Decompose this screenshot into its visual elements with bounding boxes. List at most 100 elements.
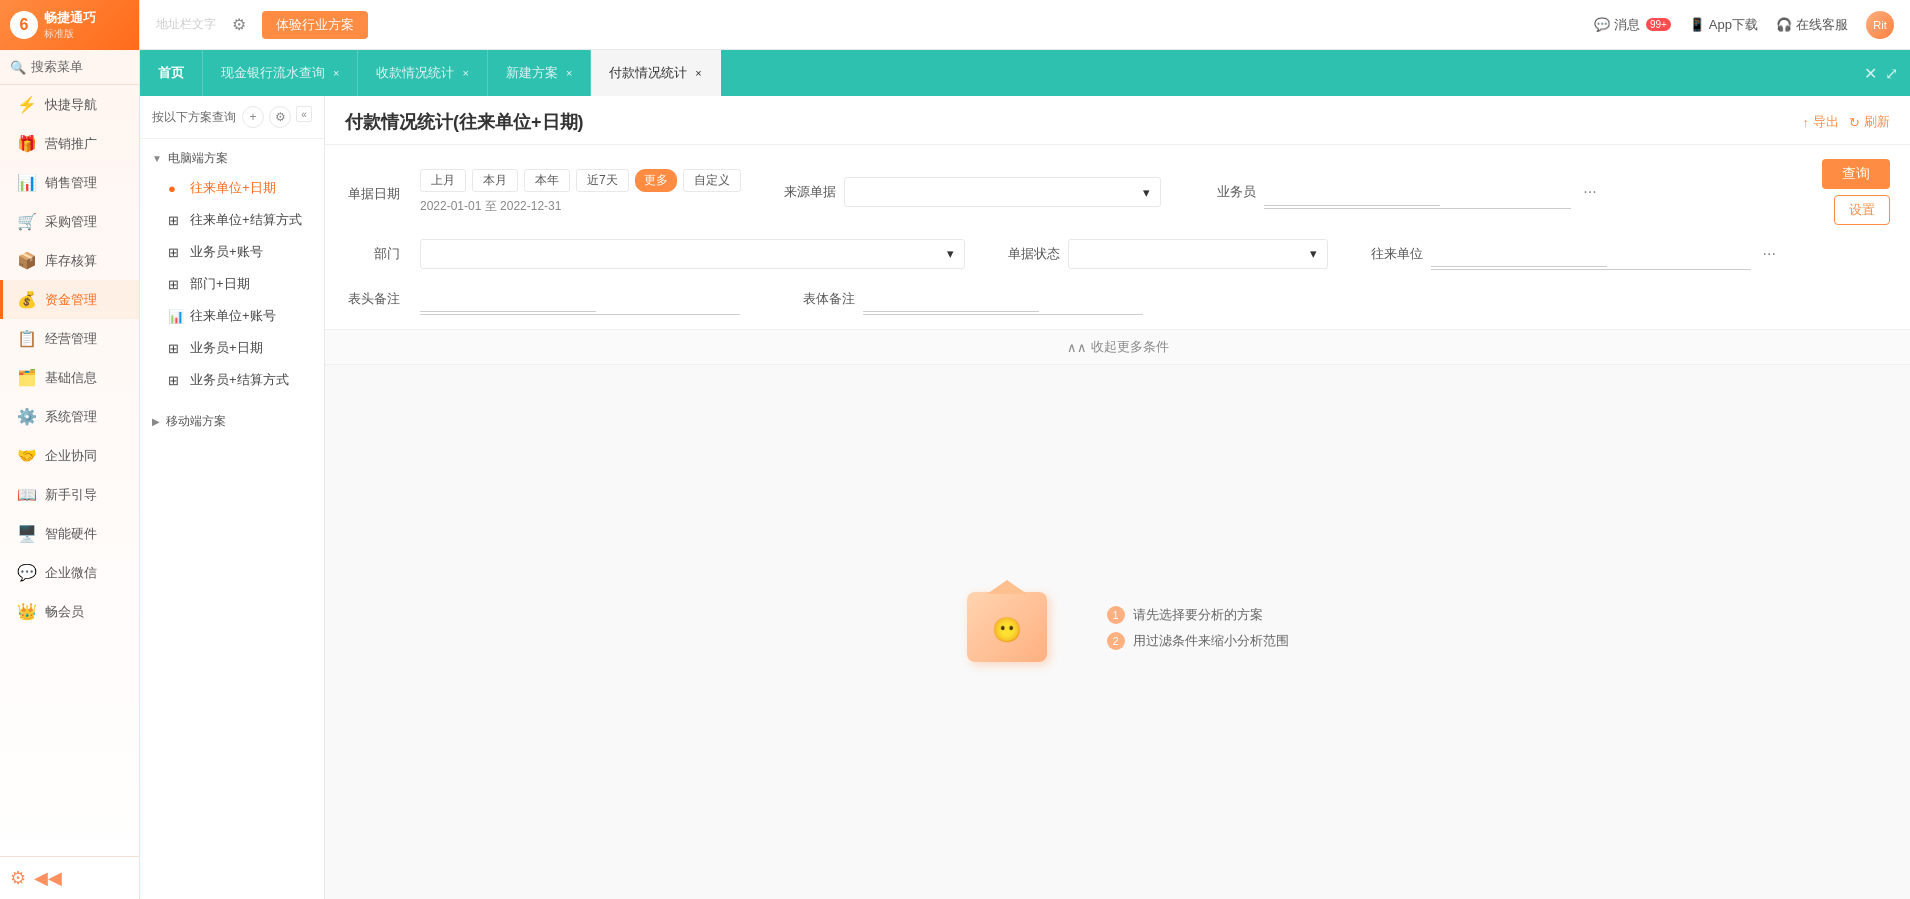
sidebar-item-inventory[interactable]: 📦 库存核算 bbox=[0, 241, 139, 280]
date-btn-7days[interactable]: 近7天 bbox=[576, 169, 629, 192]
collapse-sidebar-icon[interactable]: ◀◀ bbox=[34, 867, 62, 889]
sidebar-item-system[interactable]: ⚙️ 系统管理 bbox=[0, 397, 139, 436]
tab-receipts[interactable]: 收款情况统计 × bbox=[358, 50, 487, 96]
app-download-icon: 📱 bbox=[1689, 17, 1705, 32]
scheme-group-mobile-title[interactable]: ▶ 移动端方案 bbox=[140, 408, 324, 435]
scheme-group-desktop-title[interactable]: ▼ 电脑端方案 bbox=[140, 145, 324, 172]
tab-payments-close[interactable]: × bbox=[695, 67, 701, 79]
tab-payments[interactable]: 付款情况统计 × bbox=[591, 50, 720, 96]
counterparty-input[interactable] bbox=[1431, 237, 1607, 267]
scheme-item-dept-date[interactable]: ⊞ 部门+日期 bbox=[140, 268, 324, 300]
sidebar-item-sales[interactable]: 📊 销售管理 bbox=[0, 163, 139, 202]
sidebar-item-purchase[interactable]: 🛒 采购管理 bbox=[0, 202, 139, 241]
finance-icon: 💰 bbox=[17, 290, 37, 309]
nav-label: 系统管理 bbox=[45, 408, 97, 426]
settings-bottom-icon[interactable]: ⚙ bbox=[10, 867, 26, 889]
tab-home[interactable]: 首页 bbox=[140, 50, 203, 96]
sidebar-item-member[interactable]: 👑 畅会员 bbox=[0, 592, 139, 631]
table-body-note-wrap bbox=[863, 282, 1143, 315]
tab-new-scheme[interactable]: 新建方案 × bbox=[488, 50, 591, 96]
online-service-btn[interactable]: 🎧 在线客服 bbox=[1776, 16, 1848, 34]
scheme-item-staff-date[interactable]: ⊞ 业务员+日期 bbox=[140, 332, 324, 364]
source-filter-label: 来源单据 bbox=[781, 183, 836, 201]
refresh-button[interactable]: ↻ 刷新 bbox=[1849, 113, 1890, 131]
date-btn-last-month[interactable]: 上月 bbox=[420, 169, 466, 192]
nav-label: 资金管理 bbox=[45, 291, 97, 309]
sidebar-item-smart[interactable]: 🖥️ 智能硬件 bbox=[0, 514, 139, 553]
step2-num: 2 bbox=[1107, 632, 1125, 650]
tab-receipts-close[interactable]: × bbox=[462, 67, 468, 79]
export-button[interactable]: ↑ 导出 bbox=[1803, 113, 1840, 131]
app-download-label: App下载 bbox=[1709, 16, 1758, 34]
empty-state-text: 1 请先选择要分析的方案 2 用过滤条件来缩小分析范围 bbox=[1107, 606, 1289, 658]
empty-step-1: 1 请先选择要分析的方案 bbox=[1107, 606, 1289, 624]
settings-button[interactable]: 设置 bbox=[1834, 195, 1890, 225]
sidebar-item-finance[interactable]: 💰 资金管理 bbox=[0, 280, 139, 319]
scheme-item-active-icon: ● bbox=[168, 181, 184, 196]
sidebar-item-enterprise[interactable]: 🤝 企业协同 bbox=[0, 436, 139, 475]
sidebar-item-basic[interactable]: 🗂️ 基础信息 bbox=[0, 358, 139, 397]
tab-cashflow-close[interactable]: × bbox=[333, 67, 339, 79]
date-btn-custom[interactable]: 自定义 bbox=[683, 169, 741, 192]
date-btn-this-year[interactable]: 本年 bbox=[524, 169, 570, 192]
messages-btn[interactable]: 💬 消息 99+ bbox=[1594, 16, 1671, 34]
page-actions: ↑ 导出 ↻ 刷新 bbox=[1803, 113, 1891, 131]
counterparty-dots-icon[interactable]: ··· bbox=[1759, 245, 1780, 263]
scheme-item-label: 业务员+结算方式 bbox=[190, 371, 289, 389]
date-btn-this-month[interactable]: 本月 bbox=[472, 169, 518, 192]
topbar-settings-icon[interactable]: ⚙ bbox=[232, 15, 246, 34]
dept-filter-label: 部门 bbox=[345, 245, 400, 263]
filter-row-3: 表头备注 表体备注 bbox=[345, 282, 1890, 315]
sidebar-search[interactable]: 🔍 搜索菜单 bbox=[0, 50, 139, 85]
collapse-icon: ∧∧ bbox=[1067, 340, 1087, 355]
scheme-item-staff-account[interactable]: ⊞ 业务员+账号 bbox=[140, 236, 324, 268]
sidebar-item-marketing[interactable]: 🎁 营销推广 bbox=[0, 124, 139, 163]
nav-label: 企业协同 bbox=[45, 447, 97, 465]
collapse-bar[interactable]: ∧∧ 收起更多条件 bbox=[325, 330, 1910, 365]
counterparty-input-wrap bbox=[1431, 237, 1751, 270]
sidebar-item-guide[interactable]: 📖 新手引导 bbox=[0, 475, 139, 514]
scheme-item-grid2-icon: ⊞ bbox=[168, 245, 184, 260]
source-select[interactable]: ▾ bbox=[844, 177, 1161, 207]
scheme-item-unit-settle[interactable]: ⊞ 往来单位+结算方式 bbox=[140, 204, 324, 236]
tab-cashflow[interactable]: 现金银行流水查询 × bbox=[203, 50, 358, 96]
sidebar: 6 畅捷通巧 标准版 🔍 搜索菜单 ⚡ 快捷导航 🎁 营销推广 📊 销售管理 🛒… bbox=[0, 0, 140, 899]
content-area: 按以下方案查询 + ⚙ « ▼ 电脑端方案 ● 往来单位+日期 ⊞ bbox=[140, 96, 1910, 899]
system-icon: ⚙️ bbox=[17, 407, 37, 426]
address-bar: 地址栏文字 bbox=[156, 16, 216, 33]
sidebar-item-operation[interactable]: 📋 经营管理 bbox=[0, 319, 139, 358]
dept-select[interactable]: ▾ bbox=[420, 239, 965, 269]
tab-close-all-icon[interactable]: ✕ bbox=[1864, 64, 1877, 83]
tab-payments-label: 付款情况统计 bbox=[609, 64, 687, 82]
sales-icon: 📊 bbox=[17, 173, 37, 192]
scheme-item-unit-account[interactable]: 📊 往来单位+账号 bbox=[140, 300, 324, 332]
trial-button[interactable]: 体验行业方案 bbox=[262, 11, 368, 39]
staff-dots-icon[interactable]: ··· bbox=[1579, 183, 1600, 201]
staff-input[interactable] bbox=[1264, 176, 1440, 206]
inventory-icon: 📦 bbox=[17, 251, 37, 270]
group-mobile-label: 移动端方案 bbox=[166, 413, 226, 430]
service-icon: 🎧 bbox=[1776, 17, 1792, 32]
app-download-btn[interactable]: 📱 App下载 bbox=[1689, 16, 1758, 34]
sidebar-item-quick-nav[interactable]: ⚡ 快捷导航 bbox=[0, 85, 139, 124]
order-status-select[interactable]: ▾ bbox=[1068, 239, 1328, 269]
table-body-note-input[interactable] bbox=[863, 282, 1039, 312]
sidebar-item-wechat[interactable]: 💬 企业微信 bbox=[0, 553, 139, 592]
date-btn-more[interactable]: 更多 bbox=[635, 169, 677, 192]
page-header: 付款情况统计(往来单位+日期) ↑ 导出 ↻ 刷新 bbox=[325, 96, 1910, 145]
scheme-item-staff-settle[interactable]: ⊞ 业务员+结算方式 bbox=[140, 364, 324, 396]
nav-label: 库存核算 bbox=[45, 252, 97, 270]
scheme-add-icon[interactable]: + bbox=[242, 106, 264, 128]
query-button[interactable]: 查询 bbox=[1822, 159, 1890, 189]
scheme-collapse-btn[interactable]: « bbox=[296, 106, 312, 122]
logo-text-wrap: 畅捷通巧 标准版 bbox=[44, 9, 96, 41]
scheme-group-mobile: ▶ 移动端方案 bbox=[140, 402, 324, 441]
tab-expand-icon[interactable]: ⤢ bbox=[1885, 64, 1898, 83]
scheme-item-grid5-icon: ⊞ bbox=[168, 373, 184, 388]
tab-new-scheme-close[interactable]: × bbox=[566, 67, 572, 79]
user-avatar[interactable]: Rit bbox=[1866, 11, 1894, 39]
export-icon: ↑ bbox=[1803, 115, 1810, 130]
scheme-item-unit-date[interactable]: ● 往来单位+日期 bbox=[140, 172, 324, 204]
table-header-note-input[interactable] bbox=[420, 282, 596, 312]
scheme-settings-icon[interactable]: ⚙ bbox=[269, 106, 291, 128]
